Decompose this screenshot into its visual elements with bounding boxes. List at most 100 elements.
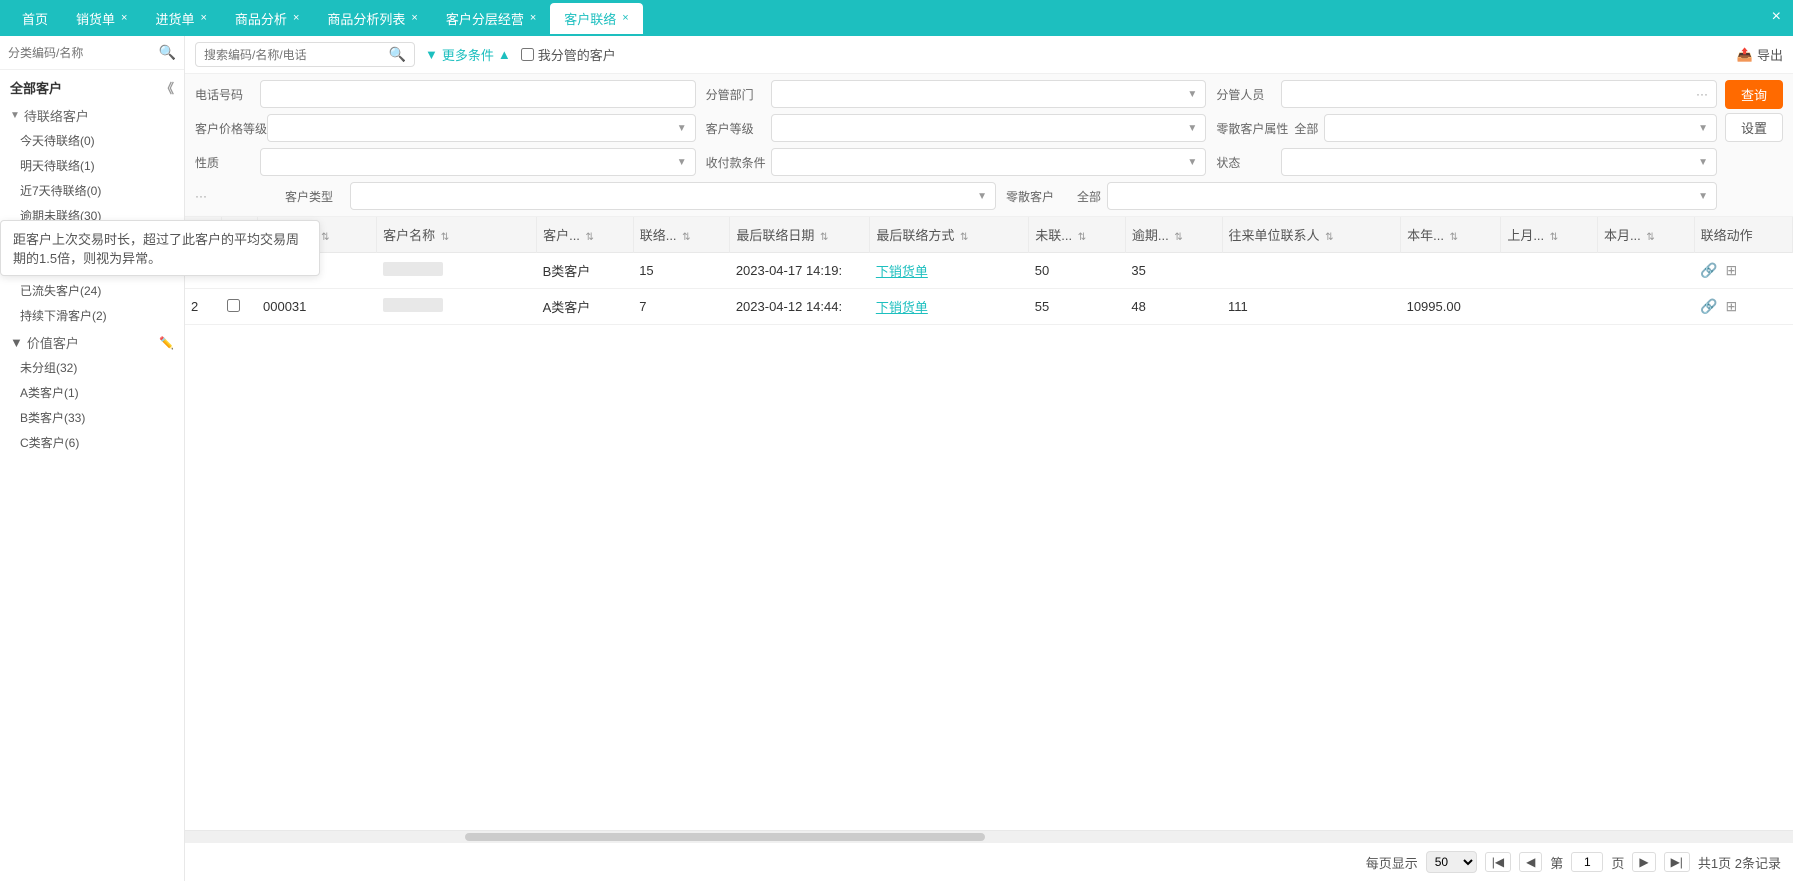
table-area: ⚙ 客户编码 ⇅ 客户名称 ⇅ bbox=[185, 217, 1793, 830]
filter-status: 状态 ▼ bbox=[1216, 148, 1717, 176]
sort-date-icon[interactable]: ⇅ bbox=[820, 232, 828, 243]
sidebar-item-class-c[interactable]: C类客户(6) bbox=[0, 430, 184, 455]
nature-select[interactable]: ▼ bbox=[260, 148, 696, 176]
table-row: 2 000031 A类客户 7 2023-04-12 14:44: 下销货单 5… bbox=[185, 289, 1793, 325]
tab-home[interactable]: 首页 bbox=[8, 3, 62, 34]
next-page-button[interactable]: ▶ bbox=[1632, 852, 1655, 872]
filter-dots-item: ··· bbox=[195, 189, 275, 203]
setting-button[interactable]: 设置 bbox=[1725, 113, 1783, 142]
sort-tmonth-icon[interactable]: ⇅ bbox=[1646, 232, 1654, 243]
tab-purchase[interactable]: 进货单 × bbox=[141, 3, 220, 34]
horizontal-scrollbar[interactable] bbox=[185, 830, 1793, 842]
anomaly-tooltip: 距客户上次交易时长，超过了此客户的平均交易周期的1.5倍，则视为异常。 bbox=[0, 220, 320, 276]
close-contact-icon[interactable]: × bbox=[622, 12, 628, 24]
cell-contact-1: 15 bbox=[633, 253, 730, 289]
prev-page-button[interactable]: ◀ bbox=[1519, 852, 1542, 872]
tab-customer-contact[interactable]: 客户联络 × bbox=[550, 3, 642, 34]
search-input[interactable] bbox=[204, 48, 389, 62]
close-goods-list-icon[interactable]: × bbox=[411, 12, 417, 24]
sidebar-item-ungroup[interactable]: 未分组(32) bbox=[0, 355, 184, 380]
sidebar-item-class-b[interactable]: B类客户(33) bbox=[0, 405, 184, 430]
sidebar-item-declining[interactable]: 持续下滑客户(2) bbox=[0, 303, 184, 328]
scatter-attr-select[interactable]: ▼ bbox=[1324, 114, 1717, 142]
cell-unit-2: 111 bbox=[1222, 289, 1401, 325]
cell-method-2[interactable]: 下销货单 bbox=[870, 289, 1029, 325]
row2-link-icon[interactable]: 🔗 bbox=[1700, 298, 1717, 315]
cell-name-2 bbox=[377, 289, 537, 325]
sidebar-search-icon[interactable]: 🔍 bbox=[159, 44, 176, 61]
cell-method-1[interactable]: 下销货单 bbox=[870, 253, 1029, 289]
cell-overdue-1: 35 bbox=[1125, 253, 1222, 289]
cell-code-2: 000031 bbox=[257, 289, 377, 325]
filter-panel: 电话号码 分管部门 ▼ 分管人员 bbox=[185, 74, 1793, 217]
sort-method-icon[interactable]: ⇅ bbox=[960, 232, 968, 243]
cell-date-1: 2023-04-17 14:19: bbox=[730, 253, 870, 289]
query-button[interactable]: 查询 bbox=[1725, 80, 1783, 109]
close-all-button[interactable]: × bbox=[1772, 8, 1781, 26]
search-icon[interactable]: 🔍 bbox=[389, 46, 406, 63]
price-grade-select[interactable]: ▼ bbox=[267, 114, 696, 142]
sidebar-item-today[interactable]: 今天待联络(0) bbox=[0, 128, 184, 153]
sidebar-all-customers-header: 全部客户 《 bbox=[0, 70, 184, 101]
top-nav: 首页 销货单 × 进货单 × 商品分析 × 商品分析列表 × 客户分层经营 × … bbox=[0, 0, 1793, 36]
row2-checkbox[interactable] bbox=[227, 299, 240, 312]
close-purchase-icon[interactable]: × bbox=[200, 12, 206, 24]
export-button[interactable]: 📤 导出 bbox=[1737, 45, 1783, 64]
sort-uncontact-icon[interactable]: ⇅ bbox=[1078, 232, 1086, 243]
sort-lmonth-icon[interactable]: ⇅ bbox=[1550, 232, 1558, 243]
sidebar-value-edit-icon[interactable]: ✏️ bbox=[159, 336, 174, 350]
col-customer-type: 客户... ⇅ bbox=[537, 217, 634, 253]
close-segment-icon[interactable]: × bbox=[530, 12, 536, 24]
filter-row-4: ··· 客户类型 ▼ 零散客户 全部 bbox=[195, 182, 1717, 210]
sort-name-icon[interactable]: ⇅ bbox=[441, 232, 449, 243]
close-sales-icon[interactable]: × bbox=[121, 12, 127, 24]
sidebar-collapse-icon[interactable]: 《 bbox=[161, 78, 174, 97]
first-page-button[interactable]: |◀ bbox=[1485, 852, 1511, 872]
phone-input[interactable] bbox=[260, 80, 696, 108]
col-customer-name: 客户名称 ⇅ bbox=[377, 217, 537, 253]
sort-overdue-icon[interactable]: ⇅ bbox=[1174, 232, 1182, 243]
payment-select[interactable]: ▼ bbox=[771, 148, 1207, 176]
dept-select[interactable]: ▼ bbox=[771, 80, 1207, 108]
filter-scatter-customer: 零散客户 全部 ▼ bbox=[1006, 182, 1717, 210]
customer-grade-select[interactable]: ▼ bbox=[771, 114, 1207, 142]
pending-arrow-icon: ▼ bbox=[10, 110, 20, 121]
close-goods-analysis-icon[interactable]: × bbox=[293, 12, 299, 24]
tab-customer-segment[interactable]: 客户分层经营 × bbox=[432, 3, 550, 34]
cell-lmonth-1 bbox=[1501, 253, 1598, 289]
sort-code-icon[interactable]: ⇅ bbox=[321, 232, 329, 243]
per-page-select[interactable]: 50 100 200 bbox=[1426, 851, 1477, 873]
page-input[interactable] bbox=[1571, 852, 1603, 872]
cell-date-2: 2023-04-12 14:44: bbox=[730, 289, 870, 325]
more-filter-button[interactable]: ▼ 更多条件 ▲ bbox=[425, 45, 511, 64]
sort-year-icon[interactable]: ⇅ bbox=[1450, 232, 1458, 243]
sidebar-item-lost[interactable]: 已流失客户(24) bbox=[0, 278, 184, 303]
sidebar-item-tomorrow[interactable]: 明天待联络(1) bbox=[0, 153, 184, 178]
person-dots-icon[interactable]: ··· bbox=[1696, 87, 1708, 101]
content-area: 🔍 ▼ 更多条件 ▲ 我分管的客户 📤 导出 bbox=[185, 36, 1793, 881]
filter-customer-grade: 客户等级 ▼ bbox=[706, 114, 1207, 142]
tab-goods-analysis[interactable]: 商品分析 × bbox=[221, 3, 313, 34]
customer-name-avatar-2 bbox=[383, 298, 443, 312]
scatter-attr-arrow-icon: ▼ bbox=[1698, 123, 1708, 134]
customer-type-select[interactable]: ▼ bbox=[350, 182, 996, 210]
sidebar-item-7days[interactable]: 近7天待联络(0) bbox=[0, 178, 184, 203]
row2-grid-icon[interactable]: ⊞ bbox=[1726, 298, 1738, 315]
filter-more-dots[interactable]: ··· bbox=[195, 189, 207, 203]
sort-unit-icon[interactable]: ⇅ bbox=[1325, 232, 1333, 243]
scatter-customer-select[interactable]: ▼ bbox=[1107, 182, 1717, 210]
sidebar-item-class-a[interactable]: A类客户(1) bbox=[0, 380, 184, 405]
my-customer-checkbox[interactable] bbox=[521, 48, 534, 61]
sort-type-icon[interactable]: ⇅ bbox=[586, 232, 594, 243]
sidebar-search-input[interactable] bbox=[8, 46, 159, 60]
row1-grid-icon[interactable]: ⊞ bbox=[1726, 262, 1738, 279]
person-select[interactable]: ··· bbox=[1281, 80, 1717, 108]
scrollbar-thumb[interactable] bbox=[465, 833, 985, 841]
cell-checkbox-2 bbox=[221, 289, 257, 325]
last-page-button[interactable]: ▶| bbox=[1664, 852, 1690, 872]
tab-goods-analysis-list[interactable]: 商品分析列表 × bbox=[313, 3, 431, 34]
row1-link-icon[interactable]: 🔗 bbox=[1700, 262, 1717, 279]
status-select[interactable]: ▼ bbox=[1281, 148, 1717, 176]
sort-contact-icon[interactable]: ⇅ bbox=[682, 232, 690, 243]
tab-sales[interactable]: 销货单 × bbox=[62, 3, 141, 34]
